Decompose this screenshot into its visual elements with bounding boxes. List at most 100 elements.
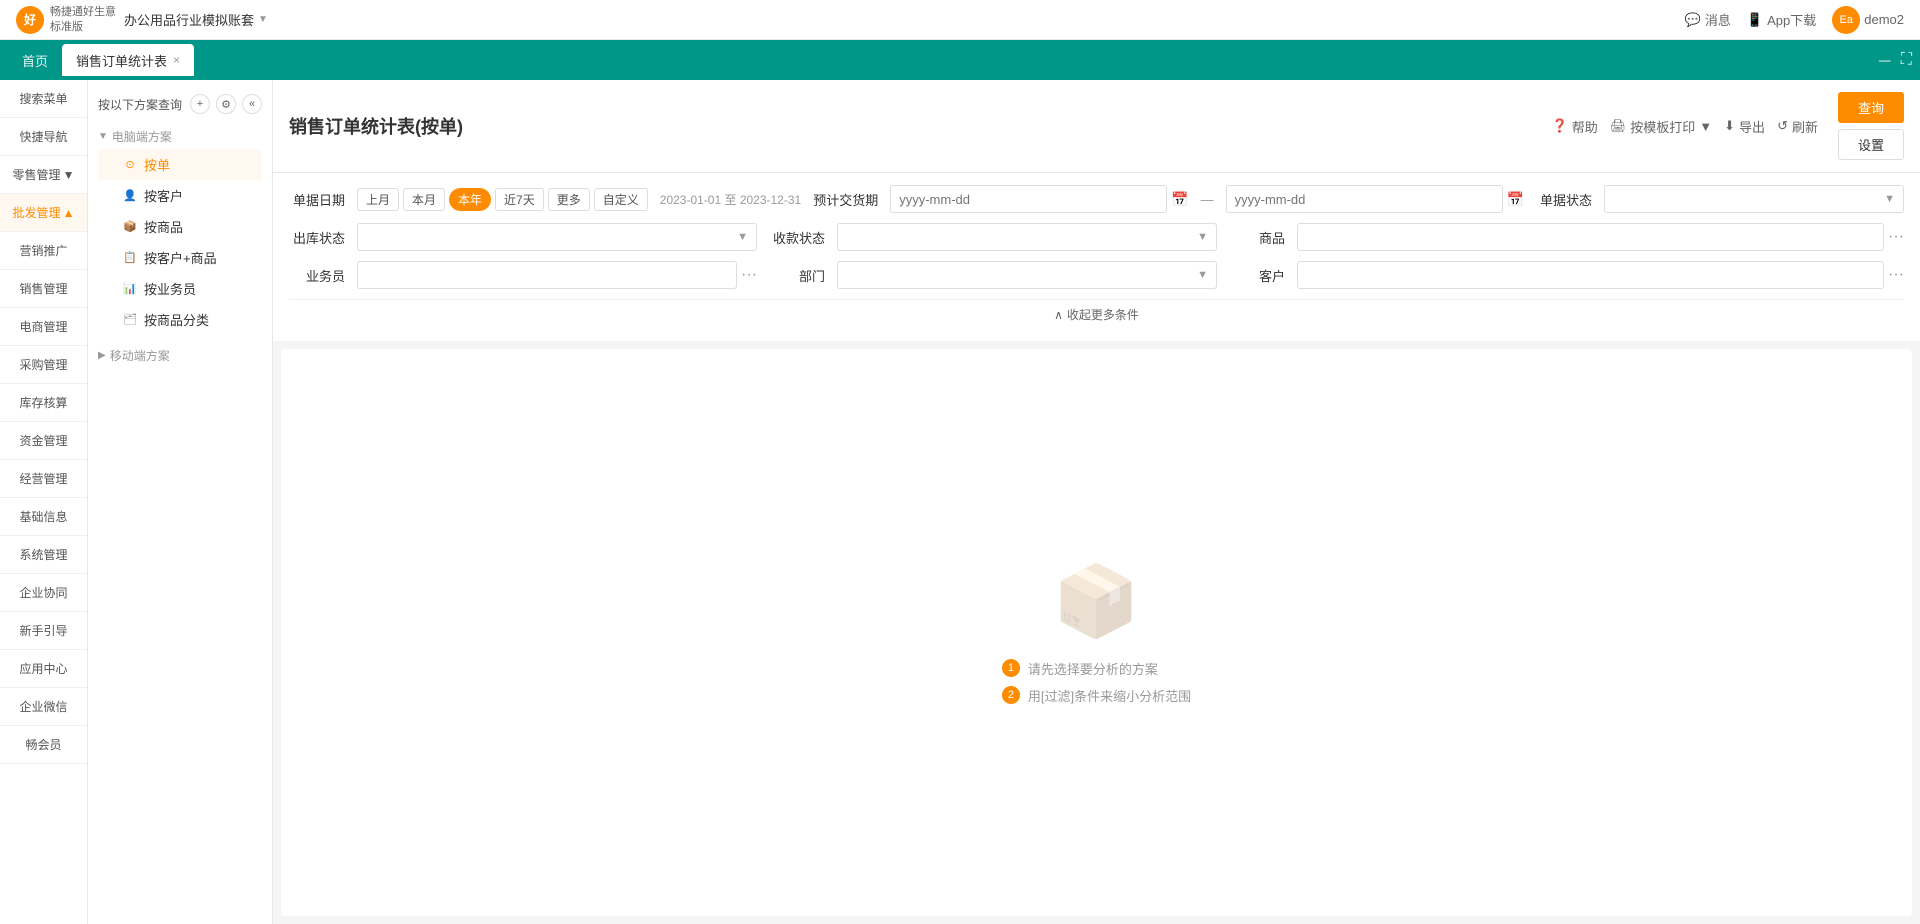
payment-select-arrow-icon: ▼: [1197, 231, 1208, 243]
customer-label: 客户: [1229, 266, 1285, 285]
collapse-bar[interactable]: ∧ 收起更多条件: [289, 299, 1904, 329]
department-select[interactable]: ▼: [837, 261, 1217, 289]
empty-state: 📦 1 请先选择要分析的方案 2 用[过滤]条件来缩小分析范围: [281, 349, 1912, 916]
salesman-label: 业务员: [289, 266, 345, 285]
user-menu[interactable]: Ea demo2: [1832, 6, 1904, 34]
sidebar-item-inventory[interactable]: 库存核算: [0, 384, 87, 422]
scheme-item-by-salesman[interactable]: 📊 按业务员: [98, 273, 262, 304]
expected-date-from-input[interactable]: [890, 185, 1167, 213]
sidebar-item-enterprise[interactable]: 企业协同: [0, 574, 87, 612]
goods-input-wrapper[interactable]: [1297, 223, 1884, 251]
scheme-item-by-customer[interactable]: 👤 按客户: [98, 180, 262, 211]
sidebar-item-app-center[interactable]: 应用中心: [0, 650, 87, 688]
tab-sales-order-stats[interactable]: 销售订单统计表 ×: [62, 44, 194, 76]
department-label: 部门: [769, 266, 825, 285]
goods-more-icon[interactable]: ···: [1888, 228, 1904, 246]
scheme-item-by-order[interactable]: ⊙ 按单: [98, 149, 262, 180]
shipment-select[interactable]: ▼: [357, 223, 757, 251]
sidebar-item-operations[interactable]: 经营管理: [0, 460, 87, 498]
refresh-button[interactable]: ↺ 刷新: [1777, 117, 1818, 136]
section-arrow-icon: ▼: [98, 131, 108, 142]
page-title: 销售订单统计表(按单): [289, 113, 463, 139]
settings-button[interactable]: 设置: [1838, 129, 1904, 160]
date-btn-custom[interactable]: 自定义: [594, 188, 648, 211]
user-icon: 👤: [122, 188, 138, 204]
query-button[interactable]: 查询: [1838, 92, 1904, 123]
print-button[interactable]: 🖨 按模板打印 ▼: [1610, 117, 1712, 136]
date-btn-7days[interactable]: 近7天: [495, 188, 544, 211]
scheme-item-by-goods-category[interactable]: 🗂 按商品分类: [98, 304, 262, 335]
folder-icon: 🗂: [122, 312, 138, 328]
app-download-button[interactable]: 📱 App下载: [1747, 10, 1816, 29]
expected-date-label: 预计交货期: [813, 190, 878, 209]
filter-section: 销售订单统计表(按单) ❓ 帮助 🖨 按模板打印 ▼: [273, 80, 1920, 341]
calendar-from-icon[interactable]: 📅: [1171, 191, 1188, 208]
maximize-icon[interactable]: ⛶: [1901, 51, 1912, 69]
sidebar-item-finance[interactable]: 资金管理: [0, 422, 87, 460]
refresh-icon: ↺: [1777, 118, 1788, 134]
left-panel-header: 按以下方案查询 + ⚙ «: [88, 88, 272, 120]
filter-row-1: 单据日期 上月 本月 本年 近7天 更多 自定义 2023-01-01 至 20…: [289, 185, 1904, 213]
goods-label: 商品: [1229, 228, 1285, 247]
hint-num-2: 2: [1002, 686, 1020, 704]
print-icon: 🖨: [1610, 118, 1627, 134]
tabbar-right: － ⛶: [1877, 48, 1912, 72]
app-title-dropdown[interactable]: 办公用品行业模拟账套 ▼: [124, 10, 268, 29]
customer-input-wrapper[interactable]: [1297, 261, 1884, 289]
help-button[interactable]: ❓ 帮助: [1552, 117, 1598, 136]
logo-area: 好 畅捷通好生意 标准版: [16, 5, 116, 34]
salesman-input-wrapper[interactable]: [357, 261, 737, 289]
sidebar-item-search-menu[interactable]: 搜索菜单: [0, 80, 87, 118]
scheme-section-title-desktop[interactable]: ▼ 电脑端方案: [98, 124, 262, 149]
page-header: 销售订单统计表(按单) ❓ 帮助 🖨 按模板打印 ▼: [273, 80, 1920, 173]
date-btn-last-month[interactable]: 上月: [357, 188, 399, 211]
sidebar-item-wholesale[interactable]: 批发管理 ▲: [0, 194, 87, 232]
goods-field: ···: [1297, 223, 1904, 251]
salesman-more-icon[interactable]: ···: [741, 266, 757, 284]
chart-icon: 📊: [122, 281, 138, 297]
minimize-icon[interactable]: －: [1877, 48, 1893, 72]
sidebar-item-system[interactable]: 系统管理: [0, 536, 87, 574]
help-icon: ❓: [1552, 118, 1568, 134]
sidebar-item-sales[interactable]: 销售管理: [0, 270, 87, 308]
calendar-to-icon[interactable]: 📅: [1507, 191, 1524, 208]
sidebar-item-wechat[interactable]: 企业微信: [0, 688, 87, 726]
payment-select[interactable]: ▼: [837, 223, 1217, 251]
settings-scheme-button[interactable]: ⚙: [216, 94, 236, 114]
download-icon: 📱: [1747, 12, 1763, 28]
status-select[interactable]: ▼: [1604, 185, 1904, 213]
wholesale-arrow-icon: ▲: [63, 206, 75, 220]
sidebar-item-purchase[interactable]: 采购管理: [0, 346, 87, 384]
message-button[interactable]: 💬 消息: [1685, 10, 1731, 29]
sidebar-item-retail[interactable]: 零售管理 ▼: [0, 156, 87, 194]
scheme-item-by-goods[interactable]: 📦 按商品: [98, 211, 262, 242]
expected-date-to: 📅: [1226, 185, 1524, 213]
collapse-panel-button[interactable]: «: [242, 94, 262, 114]
scheme-section-title-mobile[interactable]: ▶ 移动端方案: [98, 343, 262, 368]
scheme-item-by-customer-goods[interactable]: 📋 按客户+商品: [98, 242, 262, 273]
retail-arrow-icon: ▼: [63, 168, 75, 182]
sidebar-item-ecommerce[interactable]: 电商管理: [0, 308, 87, 346]
left-panel: 按以下方案查询 + ⚙ « ▼ 电脑端方案 ⊙ 按单 👤 按客: [88, 80, 273, 924]
sidebar-item-quick-nav[interactable]: 快捷导航: [0, 118, 87, 156]
print-dropdown-icon: ▼: [1699, 119, 1712, 134]
sidebar-item-marketing[interactable]: 营销推广: [0, 232, 87, 270]
sidebar-item-guide[interactable]: 新手引导: [0, 612, 87, 650]
sidebar-item-member[interactable]: 畅会员: [0, 726, 87, 764]
page-title-row: 销售订单统计表(按单) ❓ 帮助 🖨 按模板打印 ▼: [289, 92, 1904, 160]
date-btn-this-year[interactable]: 本年: [449, 188, 491, 211]
add-scheme-button[interactable]: +: [190, 94, 210, 114]
expected-date-to-input[interactable]: [1226, 185, 1503, 213]
sidebar-item-basic-info[interactable]: 基础信息: [0, 498, 87, 536]
date-btn-more[interactable]: 更多: [548, 188, 590, 211]
export-button[interactable]: ⬇ 导出: [1724, 117, 1765, 136]
payment-label: 收款状态: [769, 228, 825, 247]
date-range-display: 2023-01-01 至 2023-12-31: [660, 191, 801, 208]
tab-close-icon[interactable]: ×: [173, 53, 180, 67]
customer-more-icon[interactable]: ···: [1888, 266, 1904, 284]
date-btn-this-month[interactable]: 本月: [403, 188, 445, 211]
date-dash: —: [1201, 192, 1214, 207]
collapse-icon: ∧: [1054, 308, 1063, 322]
date-buttons: 上月 本月 本年 近7天 更多 自定义: [357, 188, 648, 211]
tab-home[interactable]: 首页: [8, 44, 62, 76]
